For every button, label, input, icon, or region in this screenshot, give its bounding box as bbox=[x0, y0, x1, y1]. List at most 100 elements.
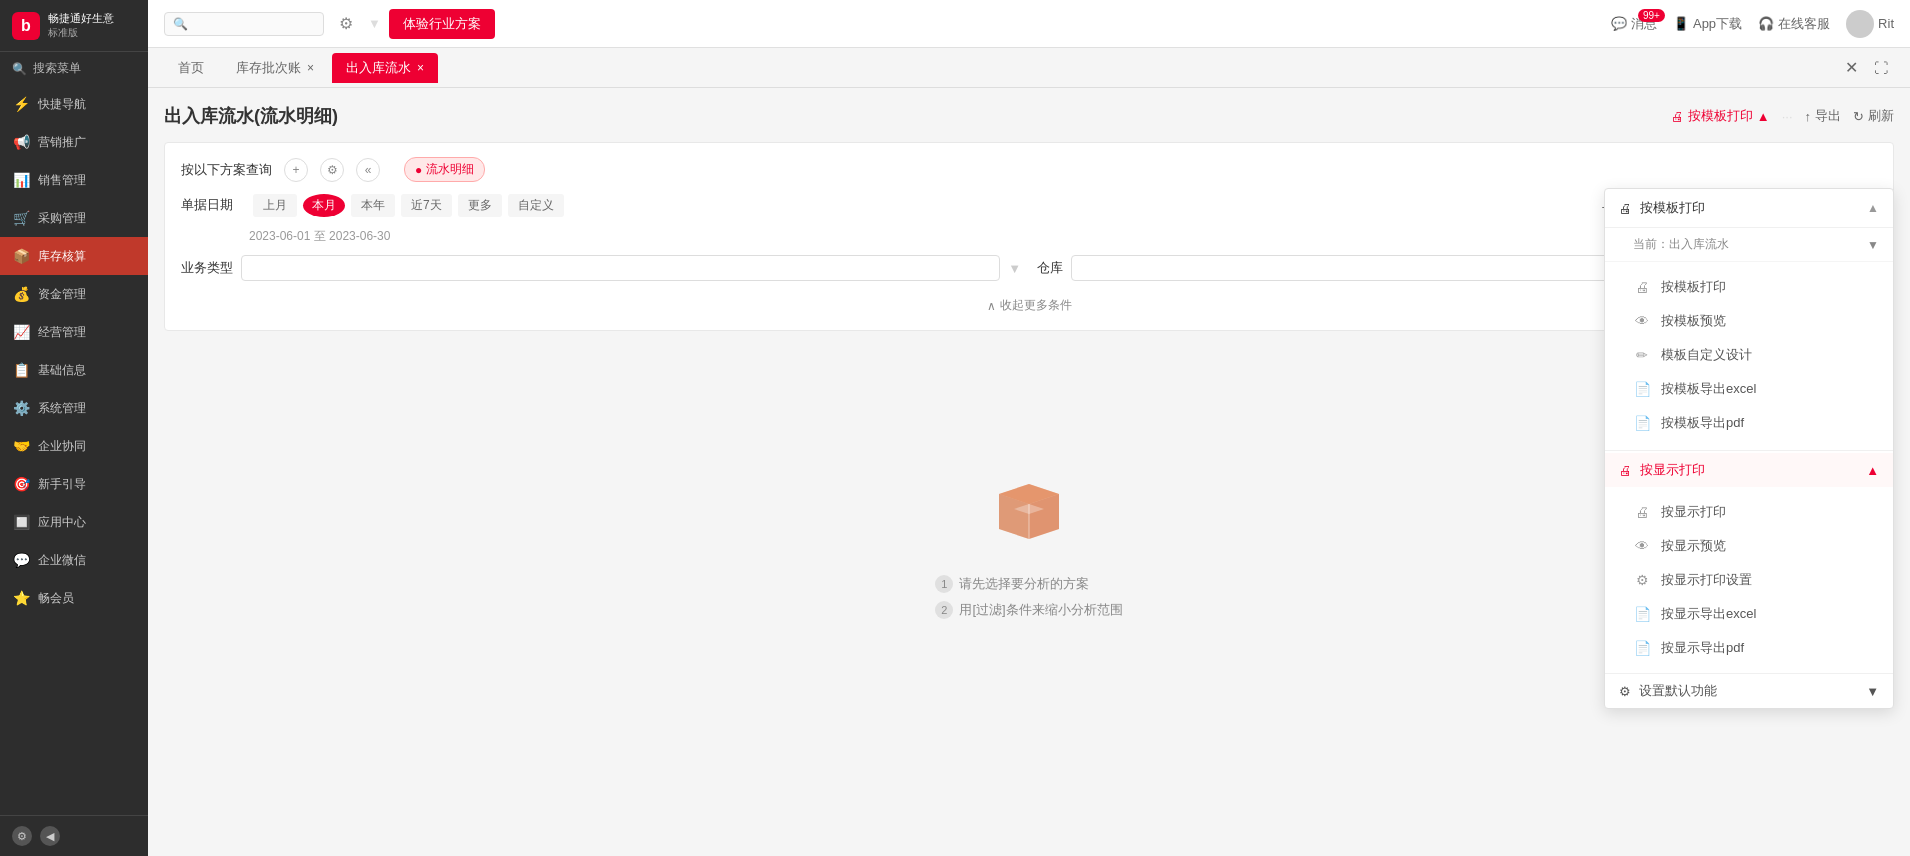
cooperation-icon: 🤝 bbox=[12, 437, 30, 455]
add-icon: + bbox=[292, 163, 299, 177]
sidebar-item-marketing[interactable]: 📢 营销推广 bbox=[0, 123, 148, 161]
sidebar-item-corp-wechat[interactable]: 💬 企业微信 bbox=[0, 541, 148, 579]
export-pdf-template-item[interactable]: 📄 按模板导出pdf bbox=[1605, 406, 1893, 440]
export-excel-template-item[interactable]: 📄 按模板导出excel bbox=[1605, 372, 1893, 406]
sidebar-item-cooperation[interactable]: 🤝 企业协同 bbox=[0, 427, 148, 465]
date-tag-more[interactable]: 更多 bbox=[458, 194, 502, 217]
tab-batch-accounts-close[interactable]: × bbox=[307, 61, 314, 75]
page-expand-button[interactable]: ⛶ bbox=[1868, 58, 1894, 78]
sidebar: b 畅捷通好生意 标准版 🔍 搜索菜单 ⚡ 快捷导航 📢 营销推广 📊 销售管理… bbox=[0, 0, 148, 856]
page-title: 出入库流水(流水明细) bbox=[164, 104, 338, 128]
avatar-image bbox=[1846, 10, 1874, 38]
print-template-button[interactable]: 🖨 按模板打印 ▲ bbox=[1671, 107, 1770, 125]
print-template-item[interactable]: 🖨 按模板打印 bbox=[1605, 270, 1893, 304]
preview-display-label: 按显示预览 bbox=[1661, 537, 1726, 555]
sidebar-item-finance[interactable]: 💰 资金管理 bbox=[0, 275, 148, 313]
print-header-icon: 🖨 bbox=[1619, 201, 1632, 216]
export-excel-display-item[interactable]: 📄 按显示导出excel bbox=[1605, 597, 1893, 631]
sidebar-item-purchase[interactable]: 🛒 采购管理 bbox=[0, 199, 148, 237]
refresh-button[interactable]: ↻ 刷新 bbox=[1853, 107, 1894, 125]
sidebar-label: 资金管理 bbox=[38, 286, 86, 303]
print-dropdown-panel: 🖨 按模板打印 ▲ 当前：出入库流水 ▼ 🖨 按模板打印 👁 按模板预览 bbox=[1604, 188, 1894, 709]
sidebar-item-system[interactable]: ⚙️ 系统管理 bbox=[0, 389, 148, 427]
sidebar-item-guide[interactable]: 🎯 新手引导 bbox=[0, 465, 148, 503]
industry-solution-button[interactable]: 体验行业方案 bbox=[389, 9, 495, 39]
collapse-footer-icon[interactable]: ◀ bbox=[40, 826, 60, 846]
message-button[interactable]: 💬 消息 99+ bbox=[1611, 15, 1657, 33]
customize-tpl-icon: ✏ bbox=[1633, 347, 1651, 363]
export-excel-display-label: 按显示导出excel bbox=[1661, 605, 1756, 623]
display-section-chevron: ▲ bbox=[1866, 463, 1879, 478]
sales-icon: 📊 bbox=[12, 171, 30, 189]
biz-type-field: 业务类型 ▼ bbox=[181, 255, 1021, 281]
topbar: 🔍 ⚙ ▼ 体验行业方案 💬 消息 99+ 📱 App下载 🎧 在线客服 bbox=[148, 0, 1910, 48]
preview-template-item[interactable]: 👁 按模板预览 bbox=[1605, 304, 1893, 338]
page-close-button[interactable]: ✕ bbox=[1839, 56, 1864, 79]
finance-icon: 💰 bbox=[12, 285, 30, 303]
filter-scheme-label: 按以下方案查询 bbox=[181, 161, 272, 179]
sidebar-label: 快捷导航 bbox=[38, 96, 86, 113]
customize-template-item[interactable]: ✏ 模板自定义设计 bbox=[1605, 338, 1893, 372]
dropdown-divider bbox=[1605, 450, 1893, 451]
customize-template-item-label: 模板自定义设计 bbox=[1661, 346, 1752, 364]
app-download-button[interactable]: 📱 App下载 bbox=[1673, 15, 1742, 33]
tab-flow-close[interactable]: × bbox=[417, 61, 424, 75]
footer-label: 设置默认功能 bbox=[1639, 682, 1717, 700]
system-icon: ⚙️ bbox=[12, 399, 30, 417]
sidebar-label: 基础信息 bbox=[38, 362, 86, 379]
operations-icon: 📈 bbox=[12, 323, 30, 341]
date-tag-custom[interactable]: 自定义 bbox=[508, 194, 564, 217]
date-tag-7days[interactable]: 近7天 bbox=[401, 194, 452, 217]
date-tag-this-year[interactable]: 本年 bbox=[351, 194, 395, 217]
biz-type-select[interactable] bbox=[241, 255, 1000, 281]
dropdown-footer[interactable]: ⚙ 设置默认功能 ▼ bbox=[1605, 673, 1893, 708]
sidebar-item-membership[interactable]: ⭐ 畅会员 bbox=[0, 579, 148, 617]
template-section: 🖨 按模板打印 👁 按模板预览 ✏ 模板自定义设计 📄 按模板导出excel 📄 bbox=[1605, 262, 1893, 448]
online-service-button[interactable]: 🎧 在线客服 bbox=[1758, 15, 1830, 33]
preview-display-icon: 👁 bbox=[1633, 538, 1651, 554]
preview-display-item[interactable]: 👁 按显示预览 bbox=[1605, 529, 1893, 563]
tab-batch-accounts[interactable]: 库存批次账 × bbox=[222, 53, 328, 83]
display-section-header[interactable]: 🖨 按显示打印 ▲ bbox=[1605, 453, 1893, 487]
refresh-icon: ↻ bbox=[1853, 109, 1864, 124]
sidebar-item-app-center[interactable]: 🔲 应用中心 bbox=[0, 503, 148, 541]
export-button[interactable]: ↑ 导出 bbox=[1805, 107, 1842, 125]
print-template-label: 按模板打印 bbox=[1688, 107, 1753, 125]
brand-sub: 标准版 bbox=[48, 26, 114, 40]
main-area: 🔍 ⚙ ▼ 体验行业方案 💬 消息 99+ 📱 App下载 🎧 在线客服 bbox=[148, 0, 1910, 856]
date-tag-this-month[interactable]: 本月 bbox=[303, 194, 345, 217]
export-pdf-display-label: 按显示导出pdf bbox=[1661, 639, 1744, 657]
export-pdf-template-label: 按模板导出pdf bbox=[1661, 414, 1744, 432]
tab-flow[interactable]: 出入库流水 × bbox=[332, 53, 438, 83]
topbar-search-box[interactable]: 🔍 bbox=[164, 12, 324, 36]
date-tag-last-month[interactable]: 上月 bbox=[253, 194, 297, 217]
dropdown-header[interactable]: 🖨 按模板打印 ▲ bbox=[1605, 189, 1893, 228]
settings-footer-icon[interactable]: ⚙ bbox=[12, 826, 32, 846]
user-avatar[interactable]: Rit bbox=[1846, 10, 1894, 38]
display-section: 🖨 按显示打印 👁 按显示预览 ⚙ 按显示打印设置 📄 按显示导出excel 📄 bbox=[1605, 487, 1893, 673]
sidebar-label: 经营管理 bbox=[38, 324, 86, 341]
export-excel-template-label: 按模板导出excel bbox=[1661, 380, 1756, 398]
sidebar-item-operations[interactable]: 📈 经营管理 bbox=[0, 313, 148, 351]
filter-settings-button[interactable]: ⚙ bbox=[320, 158, 344, 182]
settings-display-item[interactable]: ⚙ 按显示打印设置 bbox=[1605, 563, 1893, 597]
sidebar-search[interactable]: 🔍 搜索菜单 bbox=[0, 52, 148, 85]
topbar-gear-icon[interactable]: ⚙ bbox=[332, 10, 360, 38]
add-filter-button[interactable]: + bbox=[284, 158, 308, 182]
collapse-more-button[interactable]: ∧ 收起更多条件 bbox=[987, 297, 1072, 314]
export-pdf-display-item[interactable]: 📄 按显示导出pdf bbox=[1605, 631, 1893, 665]
sidebar-item-inventory[interactable]: 📦 库存核算 bbox=[0, 237, 148, 275]
sidebar-item-quick-nav[interactable]: ⚡ 快捷导航 bbox=[0, 85, 148, 123]
collapse-filter-button[interactable]: « bbox=[356, 158, 380, 182]
sidebar-logo: b 畅捷通好生意 标准版 bbox=[0, 0, 148, 52]
message-badge: 99+ bbox=[1638, 9, 1665, 22]
print-display-item[interactable]: 🖨 按显示打印 bbox=[1605, 495, 1893, 529]
chevron-up-icon: ▲ bbox=[1757, 109, 1770, 124]
settings-display-icon: ⚙ bbox=[1633, 572, 1651, 588]
sidebar-item-sales[interactable]: 📊 销售管理 bbox=[0, 161, 148, 199]
sidebar-item-basic[interactable]: 📋 基础信息 bbox=[0, 351, 148, 389]
gear-small-icon: ⚙ bbox=[327, 163, 338, 177]
empty-illustration bbox=[984, 469, 1074, 559]
content-area: 出入库流水(流水明细) 🖨 按模板打印 ▲ ··· ↑ 导出 ↻ 刷新 bbox=[148, 88, 1910, 856]
tab-home[interactable]: 首页 bbox=[164, 53, 218, 83]
